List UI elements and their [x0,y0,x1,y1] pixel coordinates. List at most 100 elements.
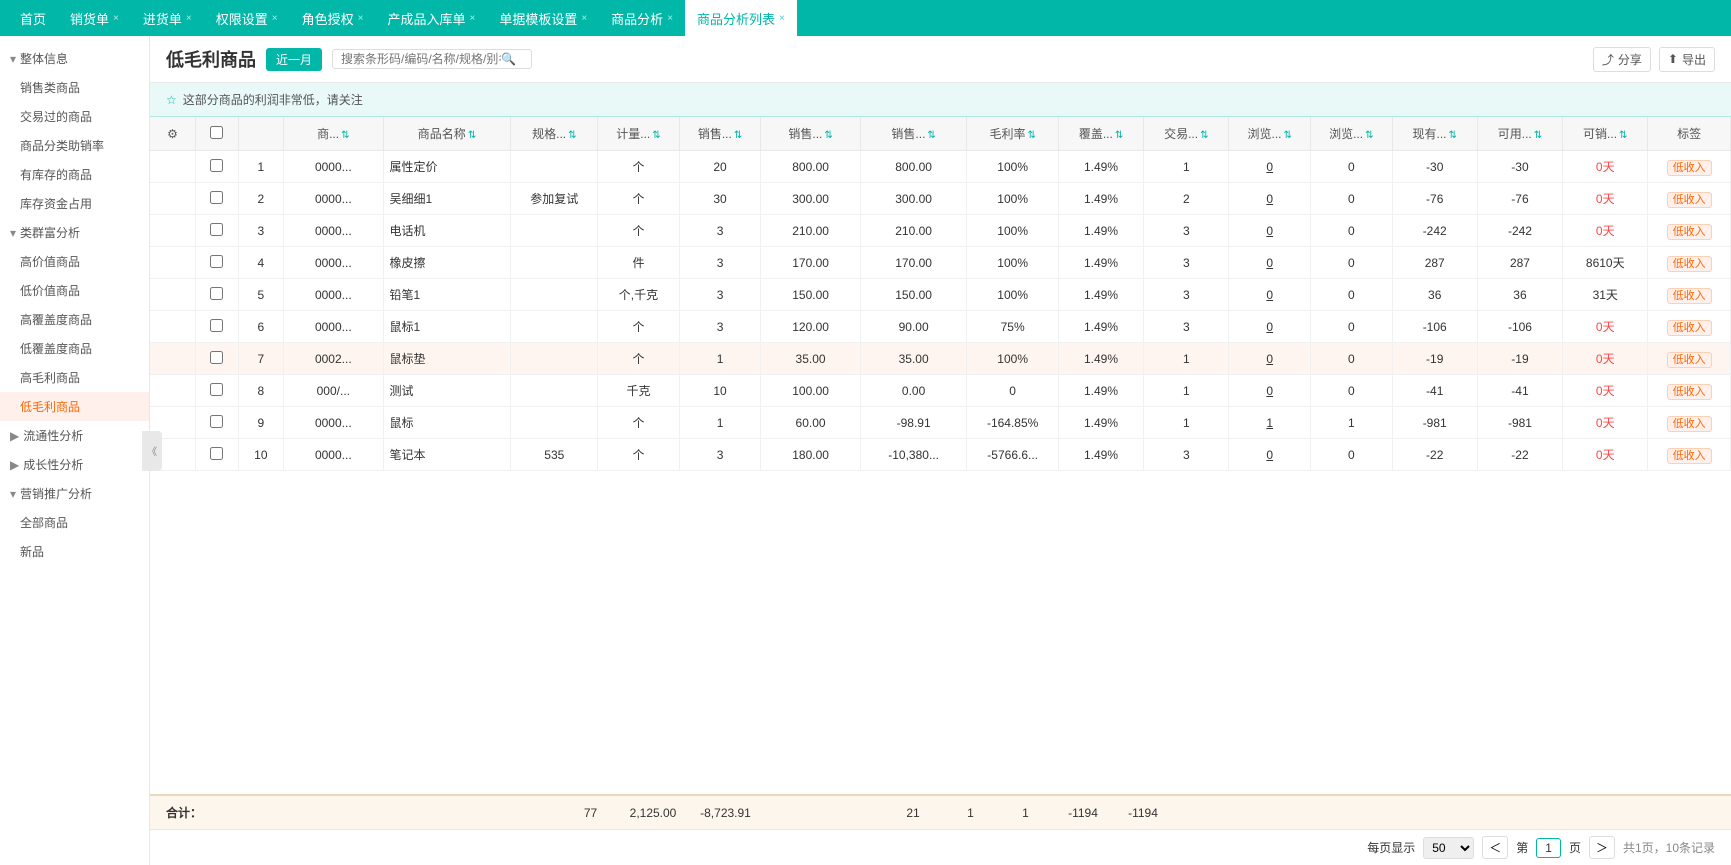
nav-purchase[interactable]: 进货单 × [131,0,204,36]
sidebar-item-high-coverage[interactable]: 高覆盖度商品 [0,305,149,334]
nav-product-analysis-list[interactable]: 商品分析列表 × [685,0,797,36]
cell-view1[interactable]: 0 [1229,375,1311,407]
share-button[interactable]: ⤴ 分享 [1593,47,1651,72]
filter-recent-month-button[interactable]: 近一月 [266,48,322,71]
total-trade-count: 21 [883,806,943,820]
nav-product-analysis[interactable]: 商品分析 × [599,0,685,36]
th-sellable[interactable]: 可销...⇅ [1563,117,1648,151]
sidebar-item-high-margin[interactable]: 高毛利商品 [0,363,149,392]
row-checkbox[interactable] [210,351,223,364]
sidebar-item-low-coverage[interactable]: 低覆盖度商品 [0,334,149,363]
cell-checkbox[interactable] [195,375,238,407]
th-sales-amount[interactable]: 销售...⇅ [761,117,860,151]
row-checkbox[interactable] [210,447,223,460]
th-tag[interactable]: 标签 [1648,117,1731,151]
row-checkbox[interactable] [210,287,223,300]
data-table: ⚙ 商...⇅ 商品名称⇅ 规格...⇅ 计量...⇅ 销售...⇅ 销售...… [150,117,1731,471]
th-view1[interactable]: 浏览...⇅ [1229,117,1311,151]
cell-checkbox[interactable] [195,247,238,279]
sidebar-item-in-stock[interactable]: 有库存的商品 [0,160,149,189]
sidebar-item-new-products[interactable]: 新品 [0,537,149,566]
close-icon[interactable]: × [469,13,475,24]
sidebar-item-stock-capital[interactable]: 库存资金占用 [0,189,149,218]
cell-checkbox[interactable] [195,183,238,215]
cell-checkbox[interactable] [195,279,238,311]
th-name[interactable]: 商品名称⇅ [383,117,511,151]
sidebar-section-cluster[interactable]: ▾ 类群富分析 [0,218,149,247]
cell-name: 橡皮擦 [383,247,511,279]
sidebar-item-all-products[interactable]: 全部商品 [0,508,149,537]
row-checkbox[interactable] [210,319,223,332]
row-checkbox[interactable] [210,159,223,172]
cell-checkbox[interactable] [195,151,238,183]
search-icon[interactable]: 🔍 [501,52,516,66]
th-available[interactable]: 可用...⇅ [1477,117,1562,151]
prev-page-button[interactable]: ＜ [1482,836,1508,859]
close-icon[interactable]: × [779,13,785,24]
th-spec[interactable]: 规格...⇅ [511,117,598,151]
select-all-checkbox[interactable] [210,126,223,139]
th-settings[interactable]: ⚙ [150,117,195,151]
cell-checkbox[interactable] [195,215,238,247]
per-page-select[interactable]: 50 100 200 [1423,837,1474,859]
cell-view1[interactable]: 0 [1229,311,1311,343]
th-current[interactable]: 现有...⇅ [1392,117,1477,151]
nav-templates[interactable]: 单据模板设置 × [487,0,599,36]
close-icon[interactable]: × [186,13,192,24]
nav-home[interactable]: 首页 [8,0,58,36]
search-box[interactable]: 🔍 [332,49,532,69]
row-checkbox[interactable] [210,255,223,268]
th-unit[interactable]: 计量...⇅ [598,117,680,151]
cell-view1[interactable]: 0 [1229,215,1311,247]
close-icon[interactable]: × [113,13,119,24]
th-sales-count[interactable]: 销售...⇅ [679,117,761,151]
search-input[interactable] [341,52,501,66]
row-checkbox[interactable] [210,223,223,236]
close-icon[interactable]: × [358,13,364,24]
cell-checkbox[interactable] [195,407,238,439]
th-view2[interactable]: 浏览...⇅ [1311,117,1393,151]
close-icon[interactable]: × [667,13,673,24]
cell-view1[interactable]: 0 [1229,439,1311,471]
row-checkbox[interactable] [210,191,223,204]
nav-products-in[interactable]: 产成品入库单 × [375,0,487,36]
cell-view1[interactable]: 0 [1229,343,1311,375]
th-sales-profit[interactable]: 销售...⇅ [860,117,967,151]
sidebar-collapse-button[interactable]: 《 [142,431,162,471]
nav-sales[interactable]: 销货单 × [58,0,131,36]
cell-view1[interactable]: 0 [1229,183,1311,215]
next-page-button[interactable]: ＞ [1589,836,1615,859]
cell-num: 7 [238,343,283,375]
sidebar-section-marketing[interactable]: ▾ 营销推广分析 [0,479,149,508]
cell-checkbox[interactable] [195,439,238,471]
cell-view1[interactable]: 0 [1229,247,1311,279]
sidebar-item-category-sales[interactable]: 商品分类助销率 [0,131,149,160]
cell-checkbox[interactable] [195,343,238,375]
sidebar-section-overall[interactable]: ▾ 整体信息 [0,44,149,73]
sidebar-item-traded-products[interactable]: 交易过的商品 [0,102,149,131]
cell-view1[interactable]: 0 [1229,151,1311,183]
th-checkbox[interactable] [195,117,238,151]
close-icon[interactable]: × [581,13,587,24]
export-button[interactable]: ⬆ 导出 [1659,47,1715,72]
total-sales-count: 77 [563,806,618,820]
row-checkbox[interactable] [210,383,223,396]
close-icon[interactable]: × [272,13,278,24]
sidebar-item-low-margin[interactable]: 低毛利商品 [0,392,149,421]
row-checkbox[interactable] [210,415,223,428]
sidebar-section-liquidity[interactable]: ▶ 流通性分析 [0,421,149,450]
nav-roles[interactable]: 角色授权 × [290,0,376,36]
sidebar-section-growth[interactable]: ▶ 成长性分析 [0,450,149,479]
th-cover-rate[interactable]: 覆盖...⇅ [1058,117,1143,151]
sidebar-item-low-value[interactable]: 低价值商品 [0,276,149,305]
cell-checkbox[interactable] [195,311,238,343]
th-trade-count[interactable]: 交易...⇅ [1144,117,1229,151]
th-code[interactable]: 商...⇅ [284,117,383,151]
cell-view1[interactable]: 0 [1229,279,1311,311]
cell-sales-profit: 170.00 [860,247,967,279]
sidebar-item-sales-products[interactable]: 销售类商品 [0,73,149,102]
th-gross-rate[interactable]: 毛利率⇅ [967,117,1058,151]
cell-view1[interactable]: 1 [1229,407,1311,439]
nav-permissions[interactable]: 权限设置 × [204,0,290,36]
sidebar-item-high-value[interactable]: 高价值商品 [0,247,149,276]
